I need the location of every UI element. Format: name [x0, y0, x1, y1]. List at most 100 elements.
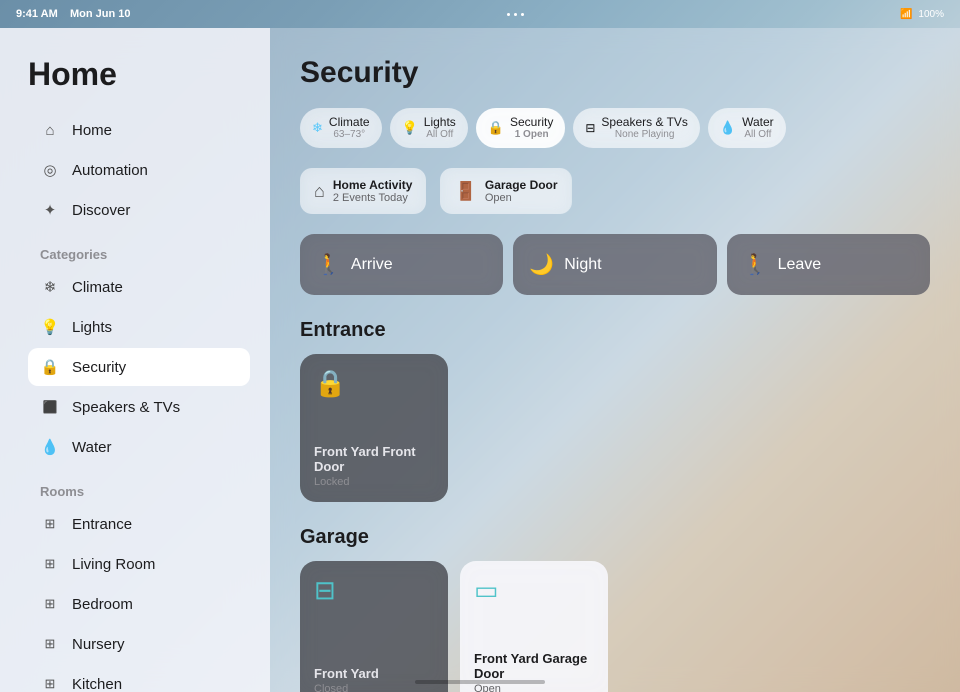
- sidebar-item-living-room-label: Living Room: [72, 556, 155, 573]
- tab-water-sub: All Off: [742, 129, 774, 141]
- sidebar-item-automation-label: Automation: [72, 162, 148, 179]
- sidebar-item-living-room[interactable]: ⊞ Living Room: [28, 545, 250, 583]
- sidebar-item-lights[interactable]: 💡 Lights: [28, 308, 250, 346]
- tab-water-icon: 💧: [720, 120, 736, 136]
- nursery-icon: ⊞: [40, 634, 60, 654]
- garage-section-header: Garage: [300, 526, 930, 549]
- main-content: Security ❄ Climate 63–73° 💡 Lights All O…: [270, 28, 960, 692]
- sidebar-item-kitchen[interactable]: ⊞ Kitchen: [28, 665, 250, 692]
- sidebar-item-entrance-label: Entrance: [72, 516, 132, 533]
- tab-security-icon: 🔒: [488, 120, 504, 136]
- sidebar-item-lights-label: Lights: [72, 319, 112, 336]
- tab-speakers-tvs-label: Speakers & TVs: [601, 115, 687, 129]
- categories-section-label: Categories: [40, 247, 250, 262]
- arrive-icon: 🚶: [316, 252, 341, 277]
- sidebar-item-automation[interactable]: ◎ Automation: [28, 151, 250, 189]
- discover-icon: ✦: [40, 200, 60, 220]
- sidebar-item-security-label: Security: [72, 359, 126, 376]
- category-tabs: ❄ Climate 63–73° 💡 Lights All Off 🔒 Secu…: [300, 108, 930, 148]
- home-activity-icon: ⌂: [314, 181, 325, 202]
- lights-icon: 💡: [40, 317, 60, 337]
- tab-lights-sub: All Off: [424, 129, 456, 141]
- front-yard-front-door-status: Locked: [314, 476, 434, 488]
- sidebar-item-nursery[interactable]: ⊞ Nursery: [28, 625, 250, 663]
- status-center: [507, 13, 524, 16]
- sidebar-item-discover[interactable]: ✦ Discover: [28, 191, 250, 229]
- scene-night-button[interactable]: 🌙 Night: [513, 234, 716, 295]
- entrance-room-icon: ⊞: [40, 514, 60, 534]
- tab-climate[interactable]: ❄ Climate 63–73°: [300, 108, 382, 148]
- dot1: [507, 13, 510, 16]
- front-door-lock-icon: 🔒: [314, 368, 434, 399]
- speakers-tvs-icon: ⬛: [40, 397, 60, 417]
- garage-device-grid: ⊟ Front Yard Closed ▭ Front Yard Garage …: [300, 561, 930, 692]
- sidebar-item-speakers-tvs-label: Speakers & TVs: [72, 399, 180, 416]
- tab-lights-icon: 💡: [402, 120, 418, 136]
- info-row: ⌂ Home Activity 2 Events Today 🚪 Garage …: [300, 168, 930, 214]
- scene-night-label: Night: [564, 256, 601, 274]
- automation-icon: ◎: [40, 160, 60, 180]
- front-yard-status: Closed: [314, 683, 434, 692]
- scene-leave-label: Leave: [778, 256, 822, 274]
- water-icon: 💧: [40, 437, 60, 457]
- sidebar-item-kitchen-label: Kitchen: [72, 676, 122, 692]
- home-activity-sub: 2 Events Today: [333, 192, 413, 204]
- sidebar-item-climate-label: Climate: [72, 279, 123, 296]
- scene-arrive-button[interactable]: 🚶 Arrive: [300, 234, 503, 295]
- bedroom-icon: ⊞: [40, 594, 60, 614]
- scene-arrive-label: Arrive: [351, 256, 393, 274]
- climate-icon: ❄: [40, 277, 60, 297]
- tab-water[interactable]: 💧 Water All Off: [708, 108, 786, 148]
- page-title: Security: [300, 56, 930, 90]
- battery-indicator: 100%: [918, 9, 944, 20]
- front-yard-garage-door-card[interactable]: ▭ Front Yard Garage Door Open: [460, 561, 608, 692]
- home-activity-title: Home Activity: [333, 178, 413, 192]
- sidebar-item-home-label: Home: [72, 122, 112, 139]
- sidebar-item-water[interactable]: 💧 Water: [28, 428, 250, 466]
- night-icon: 🌙: [529, 252, 554, 277]
- app-container: Home ⌂ Home ◎ Automation ✦ Discover Cate…: [0, 28, 960, 692]
- front-yard-closed-card[interactable]: ⊟ Front Yard Closed: [300, 561, 448, 692]
- tab-lights[interactable]: 💡 Lights All Off: [390, 108, 468, 148]
- garage-door-card[interactable]: 🚪 Garage Door Open: [440, 168, 571, 214]
- front-yard-garage-door-status: Open: [474, 683, 594, 692]
- wifi-icon: 📶: [900, 9, 912, 20]
- front-yard-garage-door-name: Front Yard Garage Door: [474, 651, 594, 681]
- status-right: 📶 100%: [900, 9, 944, 20]
- front-yard-garage-icon: ⊟: [314, 575, 434, 606]
- tab-climate-label: Climate: [329, 115, 370, 129]
- sidebar-item-bedroom-label: Bedroom: [72, 596, 133, 613]
- security-icon: 🔒: [40, 357, 60, 377]
- sidebar-item-entrance[interactable]: ⊞ Entrance: [28, 505, 250, 543]
- sidebar-item-security[interactable]: 🔒 Security: [28, 348, 250, 386]
- garage-door-open-icon: ▭: [474, 575, 594, 606]
- living-room-icon: ⊞: [40, 554, 60, 574]
- sidebar-item-bedroom[interactable]: ⊞ Bedroom: [28, 585, 250, 623]
- garage-door-sub: Open: [485, 192, 558, 204]
- sidebar-item-nursery-label: Nursery: [72, 636, 125, 653]
- tab-speakers-tvs-icon: ⊟: [585, 121, 595, 135]
- status-time: 9:41 AM Mon Jun 10: [16, 8, 131, 20]
- sidebar-item-home[interactable]: ⌂ Home: [28, 111, 250, 149]
- sidebar-item-speakers-tvs[interactable]: ⬛ Speakers & TVs: [28, 388, 250, 426]
- tab-water-label: Water: [742, 115, 774, 129]
- home-activity-card[interactable]: ⌂ Home Activity 2 Events Today: [300, 168, 426, 214]
- sidebar-title: Home: [28, 56, 250, 93]
- status-bar: 9:41 AM Mon Jun 10 📶 100%: [0, 0, 960, 28]
- tab-climate-icon: ❄: [312, 120, 323, 136]
- scene-leave-button[interactable]: 🚶 Leave: [727, 234, 930, 295]
- sidebar: Home ⌂ Home ◎ Automation ✦ Discover Cate…: [0, 28, 270, 692]
- tab-speakers-tvs[interactable]: ⊟ Speakers & TVs None Playing: [573, 108, 700, 148]
- scenes-row: 🚶 Arrive 🌙 Night 🚶 Leave: [300, 234, 930, 295]
- sidebar-item-climate[interactable]: ❄ Climate: [28, 268, 250, 306]
- front-yard-front-door-name: Front Yard Front Door: [314, 444, 434, 474]
- tab-speakers-tvs-sub: None Playing: [601, 129, 687, 141]
- home-icon: ⌂: [40, 120, 60, 140]
- home-indicator: [415, 680, 545, 684]
- sidebar-item-discover-label: Discover: [72, 202, 130, 219]
- rooms-section-label: Rooms: [40, 484, 250, 499]
- front-yard-front-door-card[interactable]: 🔒 Front Yard Front Door Locked: [300, 354, 448, 502]
- tab-security[interactable]: 🔒 Security 1 Open: [476, 108, 566, 148]
- tab-climate-sub: 63–73°: [329, 129, 370, 141]
- garage-door-icon: 🚪: [454, 181, 476, 202]
